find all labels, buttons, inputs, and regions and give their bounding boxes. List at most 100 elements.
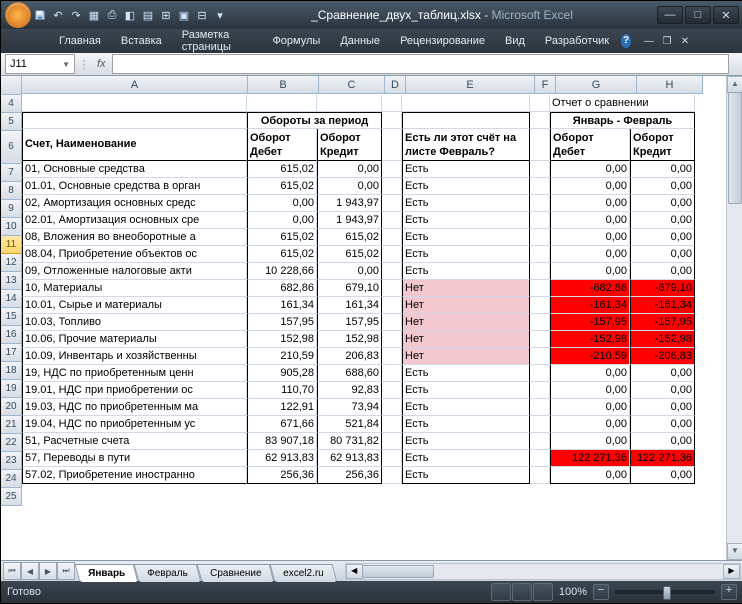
cell[interactable] [530,280,550,297]
cell[interactable] [530,399,550,416]
row-header[interactable]: 4 [1,95,22,113]
cell[interactable] [530,450,550,467]
cell[interactable] [382,112,402,129]
cell-cmp-debit[interactable]: 0,00 [550,161,630,178]
row-header[interactable]: 16 [1,326,22,344]
cell-credit[interactable]: 615,02 [317,229,382,246]
cell-cmp-debit[interactable]: 0,00 [550,263,630,280]
cell-debit[interactable]: 10 228,66 [247,263,317,280]
office-button[interactable] [5,2,31,28]
cell-debit[interactable]: 122,91 [247,399,317,416]
row-header[interactable]: 11 [1,236,22,254]
cell[interactable] [530,382,550,399]
cell-account[interactable]: 02, Амортизация основных средс [22,195,247,212]
cell[interactable] [382,297,402,314]
cell[interactable] [382,195,402,212]
sheet-nav-last-icon[interactable]: ⏭ [57,562,75,580]
cell-cmp-debit[interactable]: 0,00 [550,399,630,416]
cell-cmp-debit[interactable]: -152,98 [550,331,630,348]
row-header[interactable]: 24 [1,470,22,488]
zoom-percent[interactable]: 100% [559,586,587,598]
row-header[interactable]: 14 [1,290,22,308]
cell[interactable] [382,314,402,331]
cell-cmp-debit[interactable]: 0,00 [550,416,630,433]
cell-debit[interactable]: 157,95 [247,314,317,331]
cell-cmp-debit[interactable]: 0,00 [550,246,630,263]
cell[interactable] [530,314,550,331]
cell-account[interactable]: 08, Вложения во внеоборотные а [22,229,247,246]
cell[interactable] [530,297,550,314]
zoom-out-button[interactable]: − [593,584,609,600]
row-header[interactable]: 7 [1,164,22,182]
cell-account[interactable]: 10.09, Инвентарь и хозяйственны [22,348,247,365]
cell-exists[interactable]: Нет [402,331,530,348]
qat-icon[interactable]: ⊟ [195,8,209,22]
cell-exists[interactable]: Есть [402,229,530,246]
cell-cmp-credit[interactable]: 0,00 [630,263,695,280]
cell-account[interactable]: 10.01, Сырье и материалы [22,297,247,314]
ribbon-tab[interactable]: Формулы [264,32,328,50]
cell-debit[interactable]: 905,28 [247,365,317,382]
cell-cmp-debit[interactable]: 0,00 [550,467,630,484]
cell-cmp-credit[interactable]: 0,00 [630,246,695,263]
cell-debit[interactable]: 210,59 [247,348,317,365]
save-icon[interactable] [33,8,47,22]
cell-cmp-debit[interactable]: -682,86 [550,280,630,297]
cell-exists[interactable]: Нет [402,348,530,365]
cell-credit[interactable]: 92,83 [317,382,382,399]
cell[interactable] [530,161,550,178]
chevron-down-icon[interactable]: ▼ [62,60,70,69]
cell[interactable] [402,95,530,112]
vertical-scrollbar[interactable]: ▲ ▼ [726,76,742,560]
worksheet-grid[interactable]: ABCDEFGH 4567891011121314151617181920212… [1,76,742,560]
row-header[interactable]: 9 [1,200,22,218]
cell[interactable] [382,95,402,112]
cell-cmp-debit[interactable]: 0,00 [550,382,630,399]
cell[interactable] [530,416,550,433]
report-title[interactable]: Отчет о сравнении [550,95,695,112]
cell[interactable] [382,178,402,195]
turnover-period-header[interactable]: Обороты за период [247,112,382,129]
cell[interactable] [530,112,550,129]
cell-exists[interactable]: Есть [402,467,530,484]
maximize-button[interactable]: □ [685,6,711,24]
cell-credit[interactable]: 206,83 [317,348,382,365]
cell[interactable]: Есть ли этот счёт налисте Февраль? [402,129,530,161]
qat-icon[interactable]: ▤ [141,8,155,22]
cell-cmp-debit[interactable]: 0,00 [550,195,630,212]
cell-debit[interactable]: 0,00 [247,212,317,229]
cell[interactable] [530,467,550,484]
cell-exists[interactable]: Есть [402,161,530,178]
cell-credit[interactable]: 161,34 [317,297,382,314]
qat-dropdown-icon[interactable]: ▾ [213,8,227,22]
cell-cmp-credit[interactable]: -157,95 [630,314,695,331]
cell-debit[interactable]: 83 907,18 [247,433,317,450]
cell[interactable] [382,365,402,382]
row-header[interactable]: 18 [1,362,22,380]
column-header[interactable]: G [556,76,637,94]
cell[interactable] [317,95,382,112]
cell-cmp-credit[interactable]: 0,00 [630,433,695,450]
cell-debit[interactable]: 161,34 [247,297,317,314]
qat-icon[interactable]: ⎙ [105,8,119,22]
ribbon-tab[interactable]: Данные [332,32,388,50]
scroll-thumb[interactable] [728,92,742,204]
cell-cmp-credit[interactable]: 0,00 [630,382,695,399]
cell[interactable] [382,450,402,467]
cell-cmp-credit[interactable]: 0,00 [630,161,695,178]
row-header[interactable]: 12 [1,254,22,272]
ribbon-tab[interactable]: Рецензирование [392,32,493,50]
cell[interactable] [530,212,550,229]
scroll-down-arrow-icon[interactable]: ▼ [727,543,742,560]
cell-credit[interactable]: 80 731,82 [317,433,382,450]
row-header[interactable]: 17 [1,344,22,362]
cell[interactable] [382,331,402,348]
cell-credit[interactable]: 0,00 [317,178,382,195]
cell-exists[interactable]: Есть [402,382,530,399]
column-header[interactable]: D [385,76,406,94]
cell-account[interactable]: 02.01, Амортизация основных сре [22,212,247,229]
row-header[interactable]: 13 [1,272,22,290]
row-header[interactable]: 23 [1,452,22,470]
cells-area[interactable]: Отчет о сравненииОбороты за периодЯнварь… [22,95,726,560]
horizontal-scrollbar[interactable]: ◀ ▶ [345,563,741,580]
